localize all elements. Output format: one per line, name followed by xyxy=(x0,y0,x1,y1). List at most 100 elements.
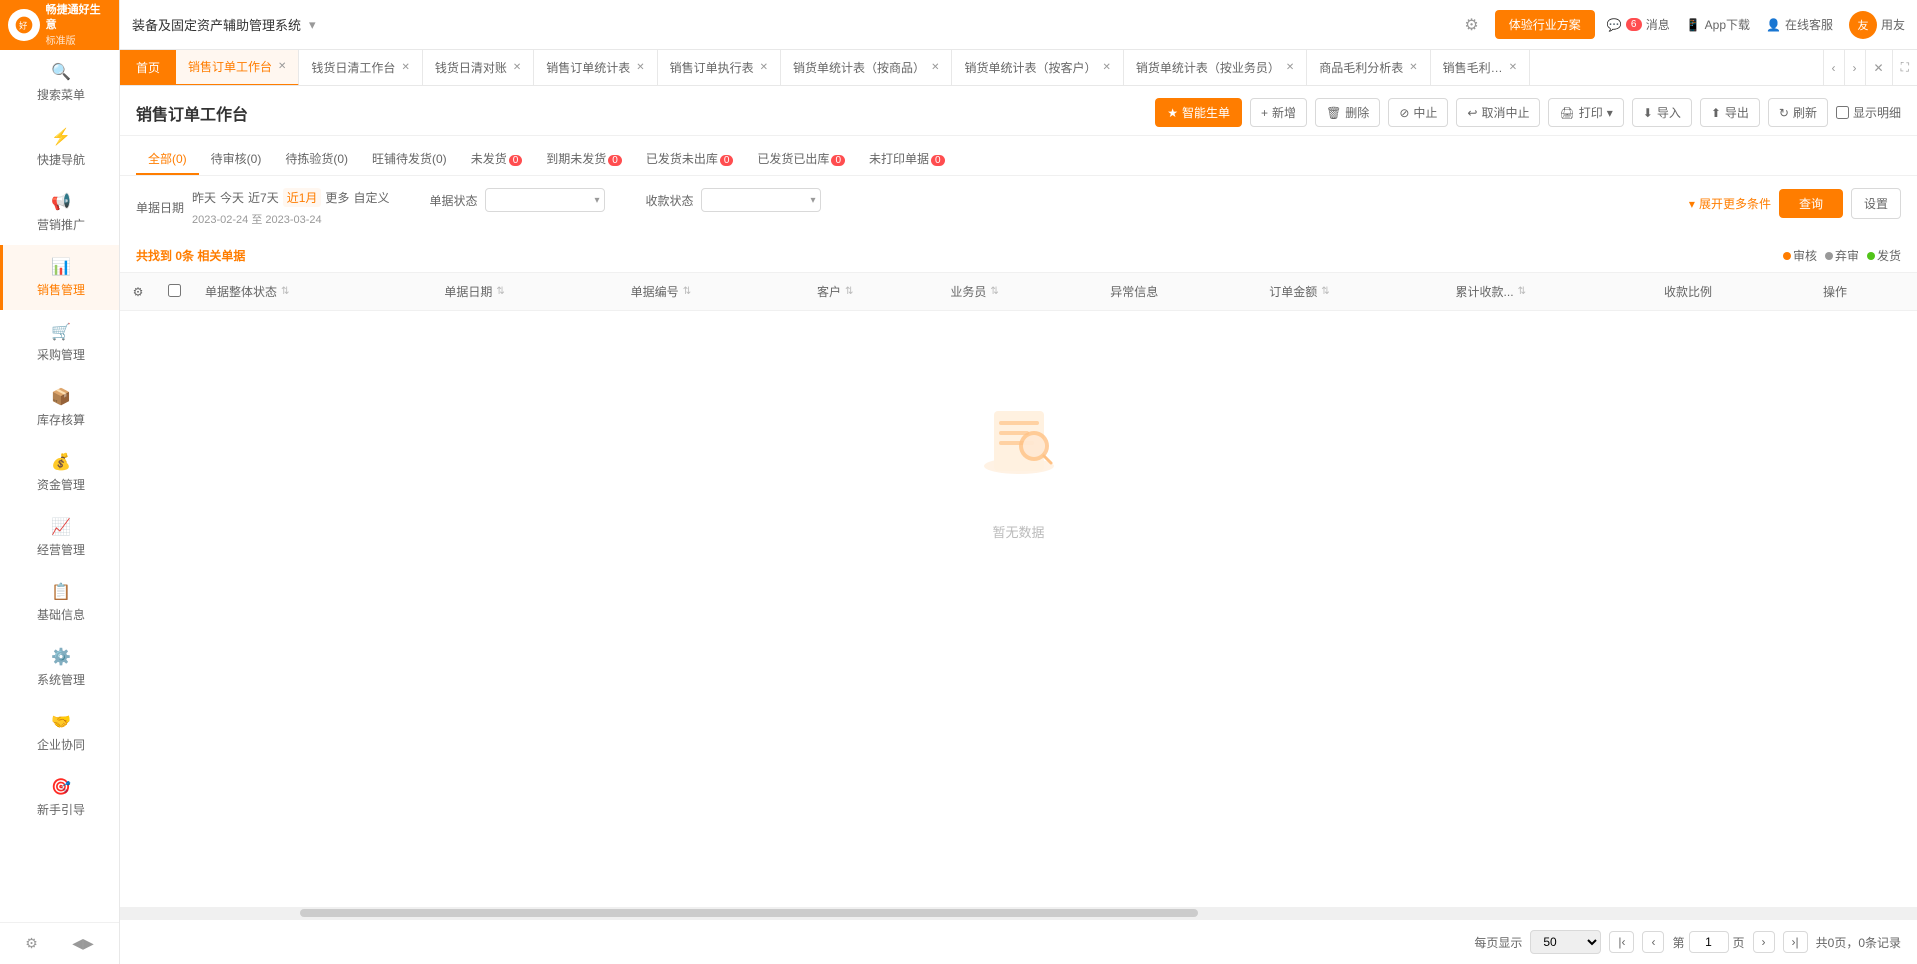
sub-tab-8[interactable]: 未打印单据0 xyxy=(857,144,957,175)
tab-close-4[interactable]: ✕ xyxy=(636,62,644,73)
cancel-stop-btn[interactable]: ↩ 取消中止 xyxy=(1456,98,1540,127)
scrollbar-thumb[interactable] xyxy=(300,909,1199,917)
tab-close-all-btn[interactable]: ✕ xyxy=(1865,50,1892,86)
system-title-dropdown-icon[interactable]: ▾ xyxy=(309,17,316,33)
sidebar-item-6[interactable]: 💰资金管理 xyxy=(0,440,119,505)
status-select[interactable] xyxy=(485,188,605,212)
industry-btn[interactable]: 体验行业方案 xyxy=(1495,10,1595,39)
audit-btn[interactable]: 审核 xyxy=(1783,247,1817,264)
page-last-btn[interactable]: ›| xyxy=(1783,931,1808,953)
payment-select[interactable] xyxy=(701,188,821,212)
sidebar-item-8[interactable]: 📋基础信息 xyxy=(0,570,119,635)
app-download-btn[interactable]: 📱 App下载 xyxy=(1686,16,1750,33)
page-input[interactable] xyxy=(1689,931,1729,953)
export-btn[interactable]: ⬆ 导出 xyxy=(1700,98,1760,127)
sidebar-item-11[interactable]: 🎯新手引导 xyxy=(0,765,119,830)
refresh-btn[interactable]: ↻ 刷新 xyxy=(1768,98,1828,127)
ship-btn[interactable]: 发货 xyxy=(1867,247,1901,264)
tab-close-9[interactable]: ✕ xyxy=(1409,62,1417,73)
col-settings[interactable]: ⚙ xyxy=(120,273,156,311)
col-header-1[interactable]: 单据日期⇅ xyxy=(432,273,618,311)
page-size-select[interactable]: 50 20 100 xyxy=(1530,930,1601,954)
tab-item-5[interactable]: 销售订单执行表✕ xyxy=(658,50,781,86)
user-menu[interactable]: 友 用友 xyxy=(1849,11,1905,39)
print-btn[interactable]: 🖨 打印 ▾ xyxy=(1548,98,1623,127)
sub-tab-6[interactable]: 已发货未出库0 xyxy=(634,144,746,175)
tab-item-3[interactable]: 钱货日清对账✕ xyxy=(423,50,534,86)
tab-item-9[interactable]: 商品毛利分析表✕ xyxy=(1307,50,1430,86)
tab-item-1[interactable]: 销售订单工作台✕ xyxy=(176,50,299,86)
col-header-4[interactable]: 业务员⇅ xyxy=(938,273,1098,311)
tab-item-8[interactable]: 销货单统计表（按业务员）✕ xyxy=(1124,50,1307,86)
page-first-btn[interactable]: |‹ xyxy=(1609,931,1634,953)
sub-tab-0[interactable]: 全部(0) xyxy=(136,144,199,175)
tab-close-2[interactable]: ✕ xyxy=(401,62,409,73)
col-header-2[interactable]: 单据编号⇅ xyxy=(619,273,805,311)
page-prev-btn[interactable]: ‹ xyxy=(1642,931,1664,953)
revoke-btn[interactable]: 弃审 xyxy=(1825,247,1859,264)
tab-item-2[interactable]: 钱货日清工作台✕ xyxy=(299,50,422,86)
sidebar-item-10[interactable]: 🤝企业协同 xyxy=(0,700,119,765)
query-btn[interactable]: 查询 xyxy=(1779,189,1843,218)
sidebar-item-7[interactable]: 📈经营管理 xyxy=(0,505,119,570)
tab-close-7[interactable]: ✕ xyxy=(1102,62,1110,73)
tab-home[interactable]: 首页 xyxy=(120,50,176,86)
date-shortcut-4[interactable]: 更多 xyxy=(325,189,349,206)
col-header-8: 收款比例 xyxy=(1652,273,1811,311)
sidebar-item-2[interactable]: 📢营销推广 xyxy=(0,180,119,245)
sub-tab-1[interactable]: 待审核(0) xyxy=(199,144,274,175)
settings-bottom-icon[interactable]: ⚙ xyxy=(21,931,42,956)
smart-btn[interactable]: ★ 智能生单 xyxy=(1155,98,1242,127)
date-shortcut-2[interactable]: 近7天 xyxy=(248,189,279,206)
add-btn[interactable]: + 新增 xyxy=(1250,98,1307,127)
tab-next-btn[interactable]: › xyxy=(1844,50,1865,86)
sub-tab-5[interactable]: 到期未发货0 xyxy=(534,144,634,175)
sub-tab-4[interactable]: 未发货0 xyxy=(459,144,535,175)
sidebar-item-4[interactable]: 🛒采购管理 xyxy=(0,310,119,375)
import-btn[interactable]: ⬇ 导入 xyxy=(1632,98,1692,127)
sidebar-item-0[interactable]: 🔍搜索菜单 xyxy=(0,50,119,115)
online-service-btn[interactable]: 👤 在线客服 xyxy=(1766,16,1833,33)
sidebar-item-3[interactable]: 📊销售管理 xyxy=(0,245,119,310)
delete-btn[interactable]: 🗑 删除 xyxy=(1315,98,1380,127)
message-btn[interactable]: 💬 6 消息 xyxy=(1607,16,1670,33)
tab-item-6[interactable]: 销货单统计表（按商品）✕ xyxy=(781,50,952,86)
collapse-icon[interactable]: ◀▶ xyxy=(68,931,98,956)
stop-btn[interactable]: ⊘ 中止 xyxy=(1388,98,1448,127)
tab-close-3[interactable]: ✕ xyxy=(513,62,521,73)
tab-prev-btn[interactable]: ‹ xyxy=(1823,50,1844,86)
date-shortcut-5[interactable]: 自定义 xyxy=(353,189,389,206)
col-check[interactable] xyxy=(156,273,193,311)
expand-btn[interactable]: ▾ 展开更多条件 xyxy=(1689,195,1771,212)
date-shortcut-0[interactable]: 昨天 xyxy=(192,189,216,206)
show-detail-checkbox[interactable]: 显示明细 xyxy=(1836,104,1901,121)
sidebar-item-5[interactable]: 📦库存核算 xyxy=(0,375,119,440)
col-header-3[interactable]: 客户⇅ xyxy=(805,273,938,311)
horizontal-scrollbar[interactable] xyxy=(120,907,1917,919)
settings-icon[interactable]: ⚙ xyxy=(1464,15,1478,35)
date-shortcut-3[interactable]: 近1月 xyxy=(283,188,322,207)
tab-item-10[interactable]: 销售毛利…✕ xyxy=(1431,50,1530,86)
col-header-7[interactable]: 累计收款...⇅ xyxy=(1444,273,1652,311)
tab-item-4[interactable]: 销售订单统计表✕ xyxy=(534,50,657,86)
page-next-btn[interactable]: › xyxy=(1753,931,1775,953)
select-all-checkbox[interactable] xyxy=(168,284,181,297)
sidebar-item-1[interactable]: ⚡快捷导航 xyxy=(0,115,119,180)
filter-settings-btn[interactable]: 设置 xyxy=(1851,188,1901,219)
tab-close-6[interactable]: ✕ xyxy=(931,62,939,73)
sub-tab-7[interactable]: 已发货已出库0 xyxy=(745,144,857,175)
sub-tab-2[interactable]: 待拣验货(0) xyxy=(273,144,360,175)
col-header-6[interactable]: 订单金额⇅ xyxy=(1257,273,1443,311)
show-detail-input[interactable] xyxy=(1836,106,1849,119)
tab-maximize-btn[interactable]: ⛶ xyxy=(1892,50,1917,86)
tab-close-8[interactable]: ✕ xyxy=(1286,62,1294,73)
tab-close-5[interactable]: ✕ xyxy=(760,62,768,73)
tab-close-1[interactable]: ✕ xyxy=(278,61,286,72)
tab-close-10[interactable]: ✕ xyxy=(1509,62,1517,73)
sidebar-item-9[interactable]: ⚙️系统管理 xyxy=(0,635,119,700)
date-shortcut-1[interactable]: 今天 xyxy=(220,189,244,206)
refresh-btn-label: 刷新 xyxy=(1793,104,1817,121)
tab-item-7[interactable]: 销货单统计表（按客户）✕ xyxy=(952,50,1123,86)
sub-tab-3[interactable]: 旺铺待发货(0) xyxy=(360,144,459,175)
col-header-0[interactable]: 单据整体状态⇅ xyxy=(193,273,432,311)
